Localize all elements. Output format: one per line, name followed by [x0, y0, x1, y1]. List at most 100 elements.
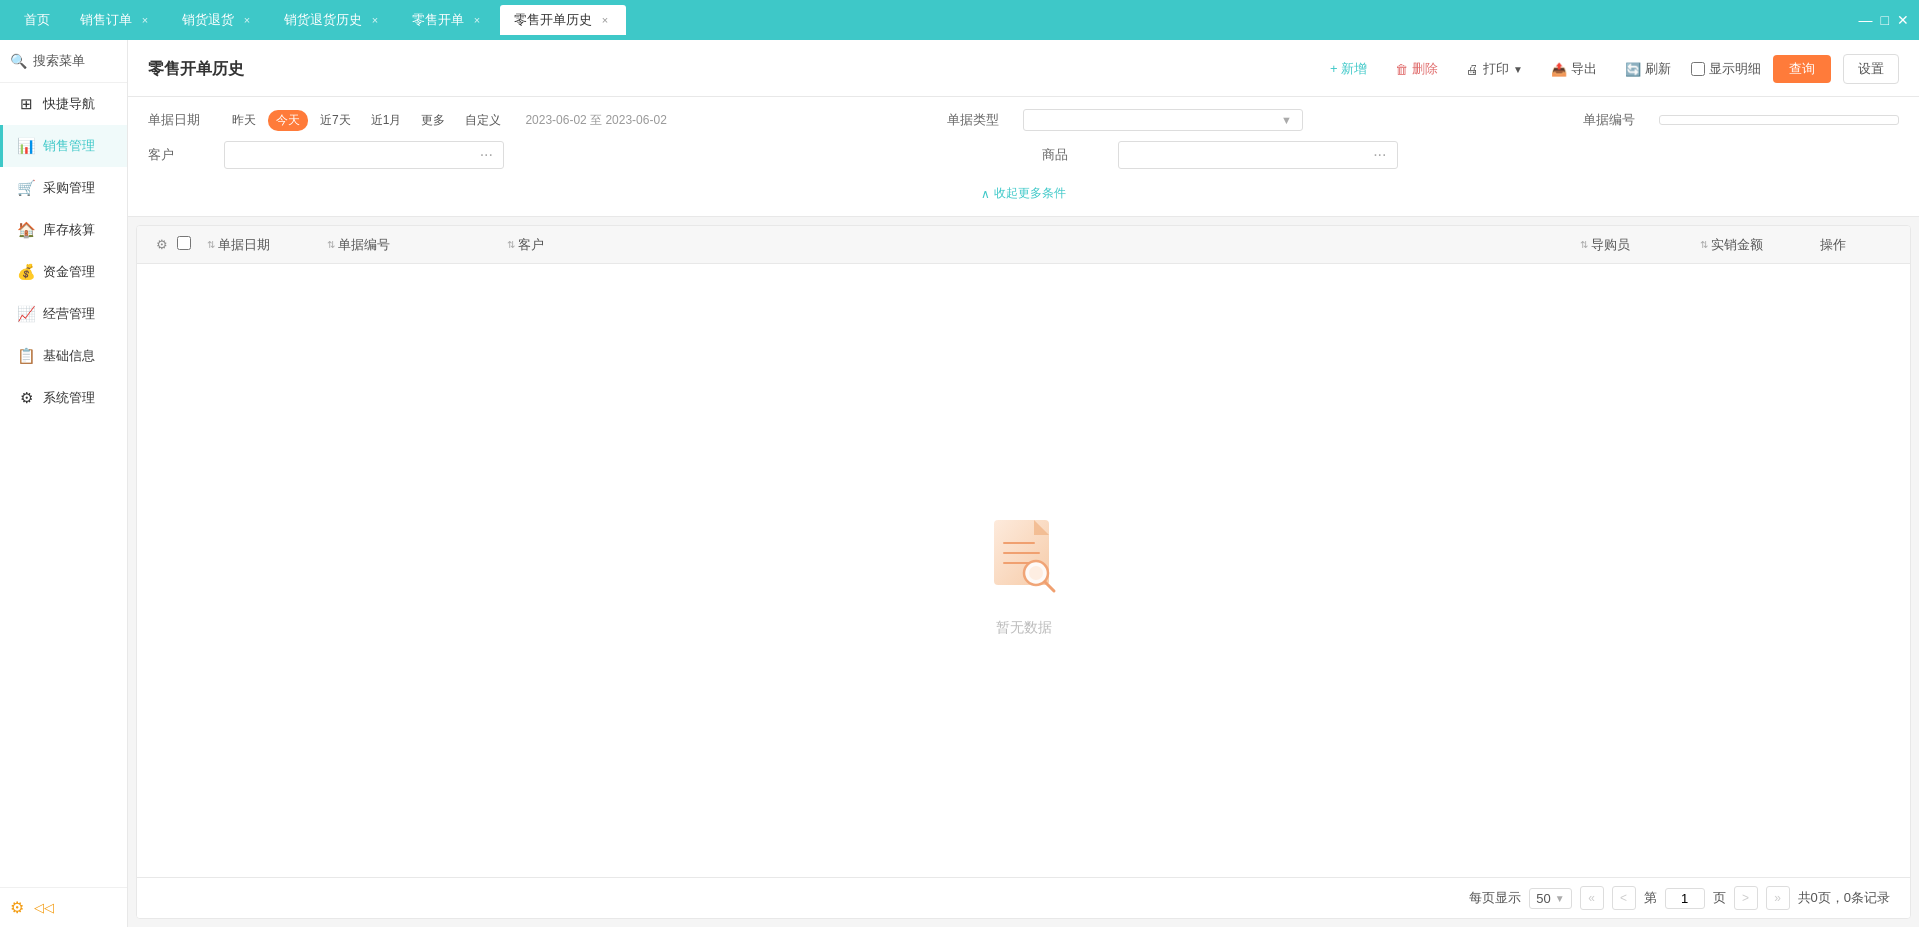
tab-retail-history-close[interactable]: × — [598, 13, 612, 27]
print-icon: 🖨 — [1466, 62, 1479, 77]
date-label: 单据日期 — [148, 111, 208, 129]
refresh-button[interactable]: 🔄 刷新 — [1617, 56, 1679, 82]
last-page-button[interactable]: » — [1766, 886, 1790, 910]
add-button[interactable]: + 新增 — [1322, 56, 1375, 82]
tab-retail-open-close[interactable]: × — [470, 13, 484, 27]
customer-label: 客户 — [148, 146, 208, 164]
tab-home[interactable]: 首页 — [10, 5, 64, 35]
th-date[interactable]: ⇅ 单据日期 — [207, 236, 327, 254]
window-controls: — □ ✕ — [1859, 12, 1909, 28]
sidebar: 🔍 搜索菜单 ⊞ 快捷导航 📊 销售管理 🛒 采购管理 🏠 库存核算 💰 — [0, 40, 128, 927]
per-page-label: 每页显示 — [1469, 889, 1521, 907]
page-input[interactable] — [1665, 888, 1705, 909]
type-select[interactable]: ▼ — [1023, 109, 1303, 131]
sidebar-search[interactable]: 🔍 搜索菜单 — [0, 40, 127, 83]
date-range: 2023-06-02 至 2023-06-02 — [525, 112, 666, 129]
sidebar-item-quicknav[interactable]: ⊞ 快捷导航 — [0, 83, 127, 125]
sidebar-item-purchase[interactable]: 🛒 采购管理 — [0, 167, 127, 209]
table-settings-icon[interactable]: ⚙ — [147, 237, 177, 252]
date-btn-more[interactable]: 更多 — [413, 110, 453, 131]
export-button[interactable]: 📤 导出 — [1543, 56, 1605, 82]
tab-sales-return-history-label: 销货退货历史 — [284, 11, 362, 29]
th-op: 操作 — [1820, 236, 1900, 254]
tab-home-label: 首页 — [24, 11, 50, 29]
svg-line-7 — [1045, 582, 1054, 591]
sidebar-item-system[interactable]: ⚙ 系统管理 — [0, 377, 127, 419]
goods-dots-icon[interactable]: ··· — [1373, 146, 1386, 164]
display-detail-check[interactable] — [1691, 62, 1705, 76]
select-all-checkbox[interactable] — [177, 236, 191, 250]
settings-button[interactable]: 设置 — [1843, 54, 1899, 84]
sidebar-item-baseinfo[interactable]: 📋 基础信息 — [0, 335, 127, 377]
sidebar-item-sales[interactable]: 📊 销售管理 — [0, 125, 127, 167]
next-page-button[interactable]: > — [1734, 886, 1758, 910]
tab-sales-return[interactable]: 销货退货 × — [168, 5, 268, 35]
query-button[interactable]: 查询 — [1773, 55, 1831, 83]
tab-retail-open[interactable]: 零售开单 × — [398, 5, 498, 35]
collapse-bar[interactable]: ∧ 收起更多条件 — [148, 179, 1899, 204]
no-input[interactable] — [1659, 115, 1899, 125]
per-page-value: 50 — [1536, 891, 1550, 906]
date-btn-1month[interactable]: 近1月 — [363, 110, 410, 131]
nav-tabs: 首页 销售订单 × 销货退货 × 销货退货历史 × 零售开单 × 零售开单历史 … — [10, 5, 1859, 35]
top-nav: 首页 销售订单 × 销货退货 × 销货退货历史 × 零售开单 × 零售开单历史 … — [0, 0, 1919, 40]
prev-page-button[interactable]: < — [1612, 886, 1636, 910]
sidebar-item-sales-label: 销售管理 — [43, 137, 95, 155]
operations-icon: 📈 — [17, 305, 35, 323]
display-detail-checkbox[interactable]: 显示明细 — [1691, 60, 1761, 78]
sidebar-item-purchase-label: 采购管理 — [43, 179, 95, 197]
tab-retail-history-label: 零售开单历史 — [514, 11, 592, 29]
maximize-icon[interactable]: □ — [1881, 12, 1889, 28]
date-btn-today[interactable]: 今天 — [268, 110, 308, 131]
filter-row-1: 单据日期 昨天 今天 近7天 近1月 更多 自定义 2023-06-02 至 2… — [148, 109, 1899, 131]
per-page-select[interactable]: 50 ▼ — [1529, 888, 1571, 909]
th-guide[interactable]: ⇅ 导购员 — [1580, 236, 1700, 254]
sidebar-item-inventory[interactable]: 🏠 库存核算 — [0, 209, 127, 251]
svg-point-6 — [1029, 566, 1043, 580]
table-header: ⚙ ⇅ 单据日期 ⇅ 单据编号 ⇅ 客户 ⇅ 导购员 — [137, 226, 1910, 264]
tab-sales-return-history-close[interactable]: × — [368, 13, 382, 27]
tab-retail-history[interactable]: 零售开单历史 × — [500, 5, 626, 35]
first-page-button[interactable]: « — [1580, 886, 1604, 910]
page-label: 第 — [1644, 889, 1657, 907]
print-button[interactable]: 🖨 打印 ▼ — [1458, 56, 1531, 82]
sidebar-item-finance[interactable]: 💰 资金管理 — [0, 251, 127, 293]
sidebar-item-operations[interactable]: 📈 经营管理 — [0, 293, 127, 335]
empty-text: 暂无数据 — [996, 619, 1052, 637]
empty-state: 暂无数据 — [974, 505, 1074, 637]
collapse-sidebar-icon[interactable]: ◁◁ — [34, 900, 54, 915]
goods-input[interactable]: ··· — [1118, 141, 1398, 169]
minimize-icon[interactable]: — — [1859, 12, 1873, 28]
filter-row-2: 客户 ··· 商品 ··· — [148, 141, 1899, 169]
filter-area: 单据日期 昨天 今天 近7天 近1月 更多 自定义 2023-06-02 至 2… — [128, 97, 1919, 217]
th-customer[interactable]: ⇅ 客户 — [507, 236, 1580, 254]
toolbar: + 新增 🗑 删除 🖨 打印 ▼ 📤 导出 🔄 刷新 — [1322, 54, 1899, 84]
customer-dots-icon[interactable]: ··· — [480, 146, 493, 164]
sidebar-item-inventory-label: 库存核算 — [43, 221, 95, 239]
th-amount[interactable]: ⇅ 实销金额 — [1700, 236, 1820, 254]
delete-button[interactable]: 🗑 删除 — [1387, 56, 1446, 82]
search-icon: 🔍 — [10, 53, 27, 69]
tab-sales-return-close[interactable]: × — [240, 13, 254, 27]
tab-sales-order-close[interactable]: × — [138, 13, 152, 27]
tab-retail-open-label: 零售开单 — [412, 11, 464, 29]
per-page-arrow-icon: ▼ — [1555, 893, 1565, 904]
refresh-icon: 🔄 — [1625, 62, 1641, 77]
date-btn-7days[interactable]: 近7天 — [312, 110, 359, 131]
sidebar-item-quicknav-label: 快捷导航 — [43, 95, 95, 113]
date-btn-yesterday[interactable]: 昨天 — [224, 110, 264, 131]
tab-sales-order[interactable]: 销售订单 × — [66, 5, 166, 35]
sort-icon-date: ⇅ — [207, 239, 215, 250]
customer-input[interactable]: ··· — [224, 141, 504, 169]
delete-icon: 🗑 — [1395, 62, 1408, 77]
tab-sales-order-label: 销售订单 — [80, 11, 132, 29]
tab-sales-return-history[interactable]: 销货退货历史 × — [270, 5, 396, 35]
window-close-icon[interactable]: ✕ — [1897, 12, 1909, 28]
th-no[interactable]: ⇅ 单据编号 — [327, 236, 507, 254]
goods-label: 商品 — [1042, 146, 1102, 164]
settings-bottom-icon[interactable]: ⚙ — [10, 898, 24, 917]
date-btns: 昨天 今天 近7天 近1月 更多 自定义 — [224, 110, 509, 131]
sidebar-item-baseinfo-label: 基础信息 — [43, 347, 95, 365]
date-btn-custom[interactable]: 自定义 — [457, 110, 509, 131]
collapse-label: 收起更多条件 — [994, 185, 1066, 202]
